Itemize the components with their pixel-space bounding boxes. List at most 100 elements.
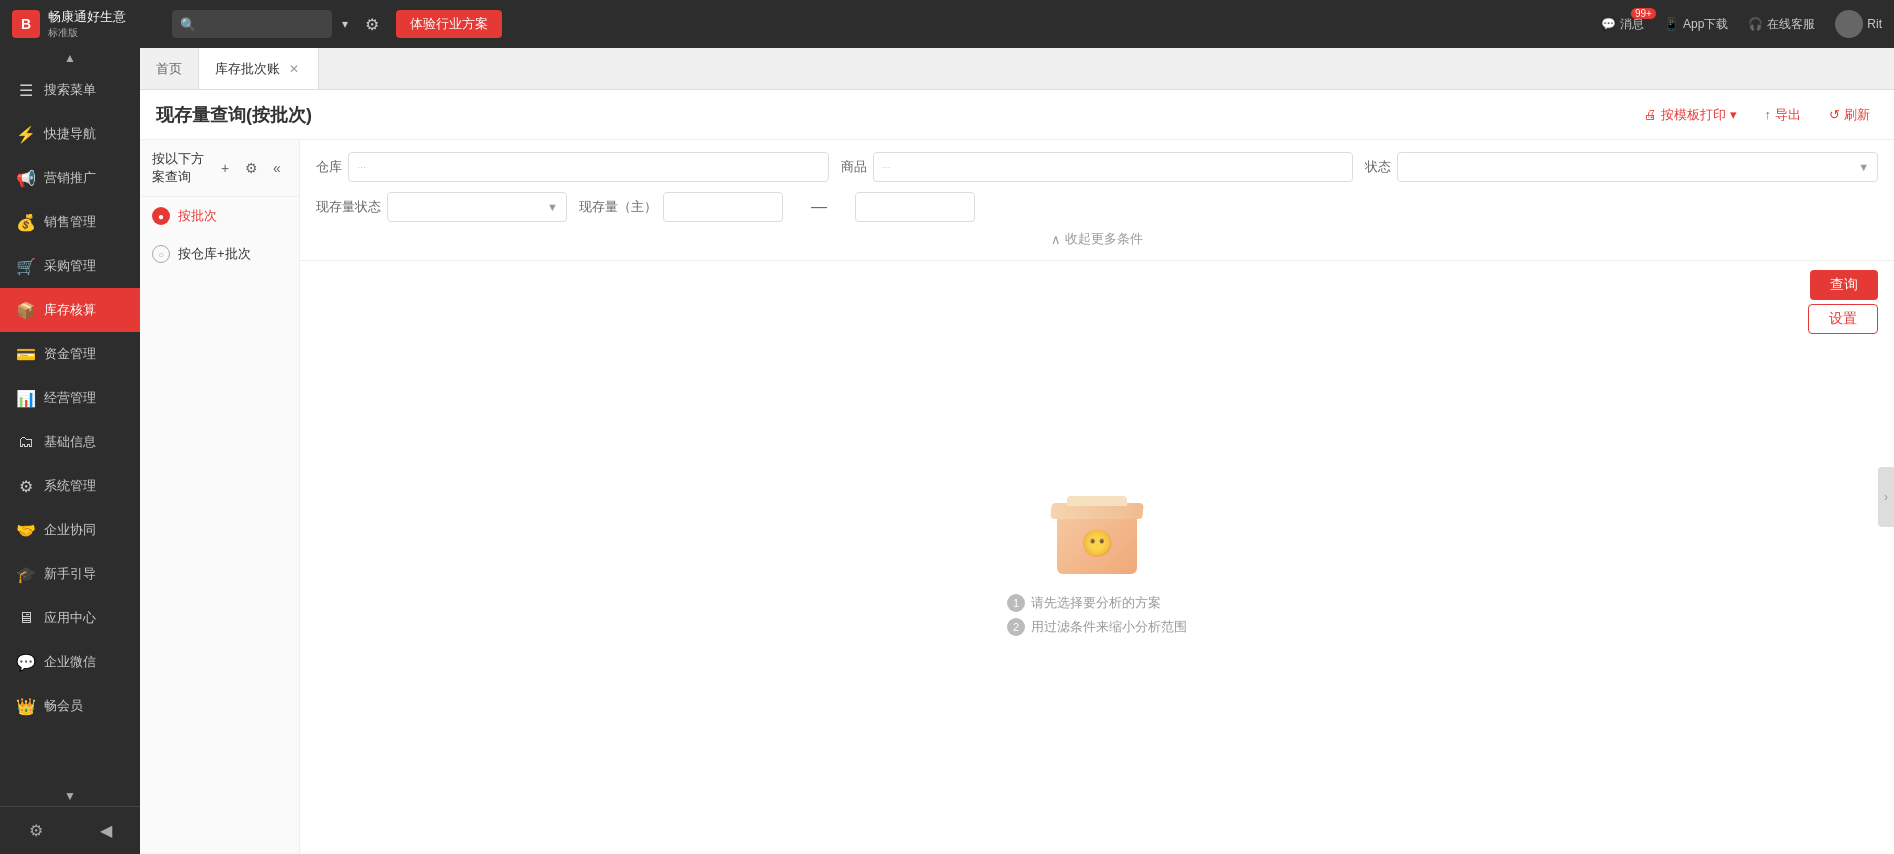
scheme-item-warehouse-batch[interactable]: ○ 按仓库+批次 (140, 235, 299, 273)
query-button[interactable]: 查询 (1810, 270, 1878, 300)
top-header: B 畅康通好生意 标准版 🔍 ▾ ⚙ 体验行业方案 💬 消息 99+ 📱 App… (0, 0, 1894, 48)
sidebar-item-purchase[interactable]: 🛒 采购管理 (0, 244, 140, 288)
wechat-icon: 💬 (16, 652, 36, 672)
product-input[interactable]: ··· (873, 152, 1354, 182)
sidebar-item-enterprise[interactable]: 🤝 企业协同 (0, 508, 140, 552)
status-select[interactable]: ▼ (1397, 152, 1878, 182)
header-settings-icon[interactable]: ⚙ (358, 10, 386, 38)
brand-logo: B (12, 10, 40, 38)
warehouse-input[interactable]: ··· (348, 152, 829, 182)
message-icon: 💬 (1601, 17, 1616, 31)
export-button[interactable]: ↑ 导出 (1757, 102, 1810, 128)
sidebar-item-inventory[interactable]: 📦 库存核算 (0, 288, 140, 332)
sidebar-label-wechat: 企业微信 (44, 653, 96, 671)
tab-bar: 首页 库存批次账 ✕ ✕ (140, 48, 1894, 90)
sidebar-item-newbie[interactable]: 🎓 新手引导 (0, 552, 140, 596)
inventory-status-dropdown-icon: ▼ (547, 201, 558, 213)
content-area: 首页 库存批次账 ✕ ✕ 现存量查询(按批次) 🖨 按模板打印 ▾ ↑ (140, 48, 1894, 854)
print-button[interactable]: 🖨 按模板打印 ▾ (1636, 102, 1745, 128)
tab-close-icon[interactable]: ✕ (286, 61, 302, 77)
app-icon: 📱 (1664, 17, 1679, 31)
sidebar-item-finance[interactable]: 💳 资金管理 (0, 332, 140, 376)
sidebar-item-quick-nav[interactable]: ⚡ 快捷导航 (0, 112, 140, 156)
scheme-item-batch[interactable]: ● 按批次 (140, 197, 299, 235)
sidebar-item-operation[interactable]: 📊 经营管理 (0, 376, 140, 420)
sidebar-bottom: ⚙ ◀ (0, 806, 140, 854)
user-profile[interactable]: Rit (1835, 10, 1882, 38)
tip-num-2: 2 (1007, 618, 1025, 636)
page-actions: 🖨 按模板打印 ▾ ↑ 导出 ↺ 刷新 (1636, 102, 1879, 128)
header-right: 💬 消息 99+ 📱 App下载 🎧 在线客服 Rit (1601, 10, 1882, 38)
sidebar-collapse-button[interactable]: ◀ (96, 817, 116, 844)
collapse-button[interactable]: ∧ 收起更多条件 (1051, 230, 1143, 248)
empty-state: 😶 1 请先选择要分析的方案 2 用过滤条件来缩 (300, 261, 1894, 854)
sidebar-label-finance: 资金管理 (44, 345, 96, 363)
tab-inventory-batch[interactable]: 库存批次账 ✕ (199, 48, 319, 89)
sidebar-label-inventory: 库存核算 (44, 301, 96, 319)
header-middle: 🔍 ▾ ⚙ 体验行业方案 (152, 10, 1601, 38)
sidebar-item-marketing[interactable]: 📢 营销推广 (0, 156, 140, 200)
avatar (1835, 10, 1863, 38)
inventory-status-group: 现存量状态 ▼ (316, 192, 567, 222)
refresh-label: 刷新 (1844, 106, 1870, 124)
dropdown-arrow-icon: ▾ (342, 17, 348, 31)
scheme-collapse-button[interactable]: « (267, 158, 287, 178)
filter-group-product: 商品 ··· (841, 152, 1354, 182)
sidebar-label-operation: 经营管理 (44, 389, 96, 407)
scheme-title: 按以下方案查询 (152, 150, 209, 186)
sidebar-item-sales[interactable]: 💰 销售管理 (0, 200, 140, 244)
messages-button[interactable]: 💬 消息 99+ (1601, 16, 1644, 33)
empty-illustration: 😶 (1037, 474, 1157, 574)
user-name: Rit (1867, 17, 1882, 31)
sidebar-item-member[interactable]: 👑 畅会员 (0, 684, 140, 728)
brand-name: 畅康通好生意 (48, 9, 126, 26)
sidebar-scroll-down[interactable]: ▼ (0, 786, 140, 806)
scheme-add-button[interactable]: + (215, 158, 235, 178)
collapse-icon: ∧ (1051, 232, 1061, 247)
right-panel-toggle[interactable]: › (1878, 467, 1894, 527)
member-icon: 👑 (16, 696, 36, 716)
empty-tip-2: 2 用过滤条件来缩小分析范围 (1007, 618, 1187, 636)
sidebar-item-basic[interactable]: 🗂 基础信息 (0, 420, 140, 464)
sidebar-settings-button[interactable]: ⚙ (25, 817, 47, 844)
settings-button[interactable]: 设置 (1808, 304, 1878, 334)
dropdown-button[interactable]: ▾ (342, 17, 348, 31)
search-bar[interactable]: 🔍 (172, 10, 332, 38)
quick-nav-icon: ⚡ (16, 124, 36, 144)
filter-area: 仓库 ··· 商品 ··· 状态 (300, 140, 1894, 261)
print-icon: 🖨 (1644, 107, 1657, 122)
sidebar-scroll: ☰ 搜索菜单 ⚡ 快捷导航 📢 营销推广 💰 销售管理 🛒 采购管理 📦 库 (0, 68, 140, 786)
inventory-status-select[interactable]: ▼ (387, 192, 567, 222)
sidebar-scroll-up[interactable]: ▲ (0, 48, 140, 68)
newbie-icon: 🎓 (16, 564, 36, 584)
tab-home[interactable]: 首页 (140, 48, 199, 89)
refresh-button[interactable]: ↺ 刷新 (1821, 102, 1878, 128)
experience-button[interactable]: 体验行业方案 (396, 10, 502, 38)
print-label: 按模板打印 (1661, 106, 1726, 124)
app-download-button[interactable]: 📱 App下载 (1664, 16, 1728, 33)
messages-badge: 99+ (1631, 8, 1656, 19)
inventory-main-to[interactable] (855, 192, 975, 222)
sidebar-item-search[interactable]: ☰ 搜索菜单 (0, 68, 140, 112)
sidebar-item-apps[interactable]: 🖥 应用中心 (0, 596, 140, 640)
scheme-settings-button[interactable]: ⚙ (241, 158, 261, 178)
sidebar-item-wechat[interactable]: 💬 企业微信 (0, 640, 140, 684)
print-dropdown-icon: ▾ (1730, 107, 1737, 122)
brand-text: 畅康通好生意 标准版 (48, 9, 126, 39)
service-icon: 🎧 (1748, 17, 1763, 31)
scheme-warehouse-batch-icon: ○ (152, 245, 170, 263)
brand-area: B 畅康通好生意 标准版 (12, 9, 152, 39)
online-service-button[interactable]: 🎧 在线客服 (1748, 16, 1815, 33)
box-face-icon: 😶 (1081, 528, 1113, 559)
export-label: 导出 (1775, 106, 1801, 124)
sidebar-label-system: 系统管理 (44, 477, 96, 495)
box-body: 😶 (1057, 514, 1137, 574)
inventory-main-label: 现存量（主） (579, 198, 657, 216)
empty-tip-1: 1 请先选择要分析的方案 (1007, 594, 1187, 612)
filter-group-warehouse: 仓库 ··· (316, 152, 829, 182)
sidebar-item-system[interactable]: ⚙ 系统管理 (0, 464, 140, 508)
inventory-main-from[interactable] (663, 192, 783, 222)
sidebar-label-purchase: 采购管理 (44, 257, 96, 275)
tip-num-1: 1 (1007, 594, 1025, 612)
inventory-status-label: 现存量状态 (316, 198, 381, 216)
